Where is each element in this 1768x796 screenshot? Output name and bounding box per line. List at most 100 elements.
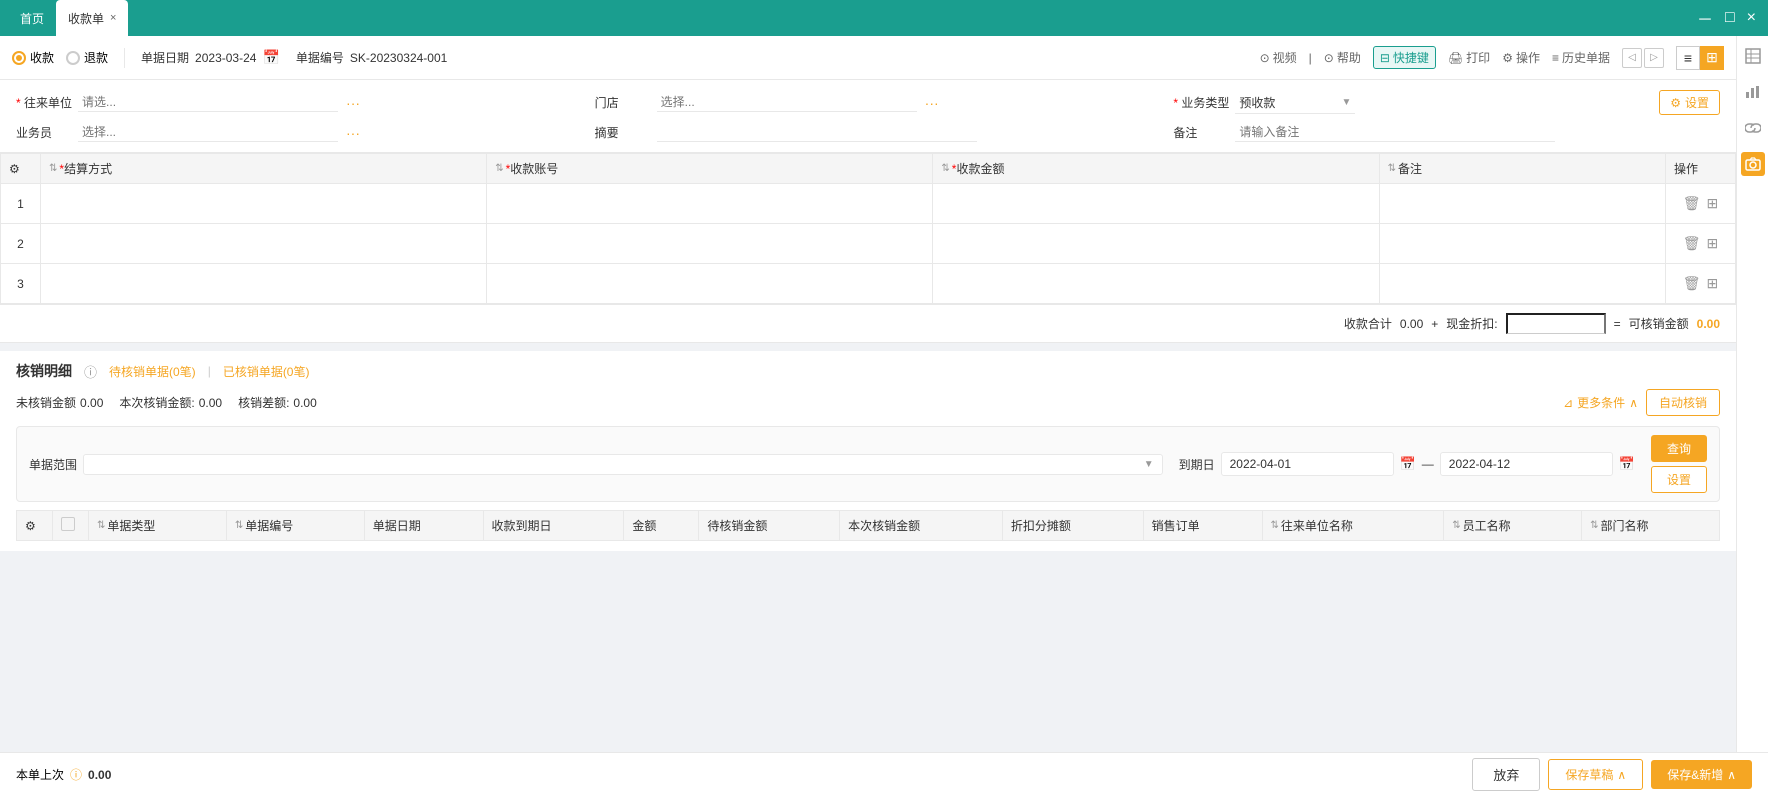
cal-to-icon[interactable]: 📅 (1619, 456, 1635, 472)
row-1-account[interactable] (487, 184, 933, 224)
biz-type-label: * 业务类型 (1173, 94, 1229, 111)
remark-label: 备注 (1173, 124, 1229, 141)
row-3-amount[interactable] (933, 264, 1379, 304)
counterpart-sort: ⇅ (1271, 521, 1279, 531)
row-2-remark[interactable] (1379, 224, 1665, 264)
nav-arrows: ◁ ▷ (1622, 48, 1664, 68)
due-date-to-input[interactable] (1440, 452, 1613, 476)
store-more-btn[interactable]: ··· (923, 95, 941, 111)
verify-stats: 未核销金额 0.00 本次核销金额: 0.00 核销差额: 0.00 ⊿ 更多条… (16, 389, 1720, 416)
row-3-account[interactable] (487, 264, 933, 304)
nav-next-btn[interactable]: ▷ (1644, 48, 1664, 68)
window-maximize-icon[interactable]: □ (1721, 7, 1739, 29)
cal-from-icon[interactable]: 📅 (1400, 456, 1416, 472)
right-sidebar (1736, 36, 1768, 752)
row-2-delete-icon[interactable]: 🗑 (1683, 235, 1701, 252)
row-2-amount[interactable] (933, 224, 1379, 264)
discount-input[interactable] (1506, 313, 1606, 334)
filter-setting-btn[interactable]: 设置 (1651, 466, 1707, 493)
radio-receipt-label: 收款 (30, 49, 54, 66)
amount-col-label: 金额 (632, 519, 656, 533)
gear-icon: ⚙ (1670, 96, 1681, 110)
more-conditions-btn[interactable]: ⊿ 更多条件 ∧ (1563, 394, 1638, 411)
row-1-amount[interactable] (933, 184, 1379, 224)
video-btn[interactable]: ⊙ 视频 (1260, 49, 1297, 66)
row-3-delete-icon[interactable]: 🗑 (1683, 275, 1701, 292)
main-data-table: ⚙ ⇅ *结算方式 ⇅ *收款账号 (0, 153, 1736, 304)
shortcut-btn[interactable]: ⊟ 快捷键 (1373, 46, 1436, 69)
done-verify-tab[interactable]: 已核销单据(0笔) (223, 363, 310, 380)
radio-refund[interactable]: 退款 (66, 49, 108, 66)
toolbar-right: ⊙ 视频 | ⊙ 帮助 ⊟ 快捷键 🖨 打印 ⚙ 操作 ≡ 历史单据 (1260, 46, 1724, 70)
auto-verify-btn[interactable]: 自动核销 (1646, 389, 1720, 416)
sidebar-camera-icon[interactable] (1741, 152, 1765, 176)
salesman-input[interactable] (78, 123, 338, 142)
discard-btn[interactable]: 放弃 (1472, 758, 1540, 791)
save-draft-btn[interactable]: 保存草稿 ∧ (1548, 759, 1643, 790)
bill-range-select[interactable]: ▼ (83, 454, 1163, 475)
select-all-checkbox[interactable] (61, 517, 75, 531)
row-3-copy-icon[interactable]: ⊞ (1707, 275, 1719, 292)
tab-close-btn[interactable]: × (110, 12, 116, 24)
help-btn[interactable]: ⊙ 帮助 (1324, 49, 1361, 66)
table-settings-header[interactable]: ⚙ (1, 154, 41, 184)
counterpart-col-label: 往来单位名称 (1281, 517, 1353, 534)
history-btn[interactable]: ≡ 历史单据 (1552, 49, 1610, 66)
store-input[interactable] (657, 93, 917, 112)
calendar-icon[interactable]: 📅 (262, 49, 279, 66)
total-label: 收款合计 (1344, 315, 1392, 332)
counterpart-header: ⇅ 往来单位名称 (1262, 511, 1444, 541)
biz-type-arrow: ▼ (1341, 97, 1351, 108)
row-2-copy-icon[interactable]: ⊞ (1707, 235, 1719, 252)
filter-row: 单据范围 ▼ 到期日 📅 — 📅 查询 设置 (16, 426, 1720, 502)
sidebar-table-icon[interactable] (1741, 44, 1765, 68)
counterpart-input[interactable] (78, 93, 338, 112)
query-btn[interactable]: 查询 (1651, 435, 1707, 462)
bottom-table-section: ⚙ ⇅ 单据类型 ⇅ (16, 510, 1720, 541)
due-date-from-input[interactable] (1221, 452, 1394, 476)
row-1-copy-icon[interactable]: ⊞ (1707, 195, 1719, 212)
tab-home[interactable]: 首页 (8, 0, 56, 36)
window-close-icon[interactable]: × (1743, 7, 1760, 29)
nav-prev-btn[interactable]: ◁ (1622, 48, 1642, 68)
bill-no-field: 单据编号 SK-20230324-001 (296, 49, 447, 66)
salesman-more-btn[interactable]: ··· (344, 125, 362, 141)
bottom-gear-header[interactable]: ⚙ (17, 511, 53, 541)
remark-input[interactable] (1235, 123, 1555, 142)
sidebar-chart-icon[interactable] (1741, 80, 1765, 104)
row-1-settle[interactable] (41, 184, 487, 224)
row-3-settle[interactable] (41, 264, 487, 304)
bill-no-label: 单据编号 (245, 517, 293, 534)
row-3-remark[interactable] (1379, 264, 1665, 304)
history-label: 历史单据 (1562, 49, 1610, 66)
counterpart-label: * 往来单位 (16, 94, 72, 111)
history-icon: ≡ (1552, 51, 1559, 65)
row-1-remark[interactable] (1379, 184, 1665, 224)
settle-method-header: ⇅ *结算方式 (41, 154, 487, 184)
sidebar-link-icon[interactable] (1741, 116, 1765, 140)
pending-verify-tab[interactable]: 待核销单据(0笔) (109, 363, 196, 380)
tab-active[interactable]: 收款单 × (56, 0, 128, 36)
row-num-1: 1 (1, 184, 41, 224)
footer-spacer (0, 551, 1736, 595)
counterpart-more-btn[interactable]: ··· (344, 95, 362, 111)
window-minimize-icon[interactable]: － (1693, 4, 1717, 32)
counterpart-field: * 往来单位 ··· (16, 93, 563, 112)
row-2-settle[interactable] (41, 224, 487, 264)
footer-info-icon[interactable]: ⓘ (70, 766, 82, 783)
account-no-header: ⇅ *收款账号 (487, 154, 933, 184)
settings-btn[interactable]: ⚙ 设置 (1659, 90, 1720, 115)
verify-info-icon[interactable]: ⓘ (84, 362, 97, 381)
print-btn[interactable]: 🖨 打印 (1448, 49, 1490, 66)
radio-receipt[interactable]: 收款 (12, 49, 54, 66)
row-1-delete-icon[interactable]: 🗑 (1683, 195, 1701, 212)
summary-input[interactable] (657, 123, 977, 142)
biz-type-select[interactable]: 预收款 ▼ (1235, 92, 1355, 114)
save-new-btn[interactable]: 保存&新增 ∧ (1651, 760, 1752, 789)
bill-range-field: 单据范围 ▼ (29, 454, 1163, 475)
grid-view-btn[interactable]: ⊞ (1700, 46, 1724, 70)
list-view-btn[interactable]: ≡ (1676, 46, 1700, 70)
ops-btn[interactable]: ⚙ 操作 (1502, 49, 1540, 66)
footer-left: 本单上次 ⓘ 0.00 (16, 766, 111, 783)
row-2-account[interactable] (487, 224, 933, 264)
